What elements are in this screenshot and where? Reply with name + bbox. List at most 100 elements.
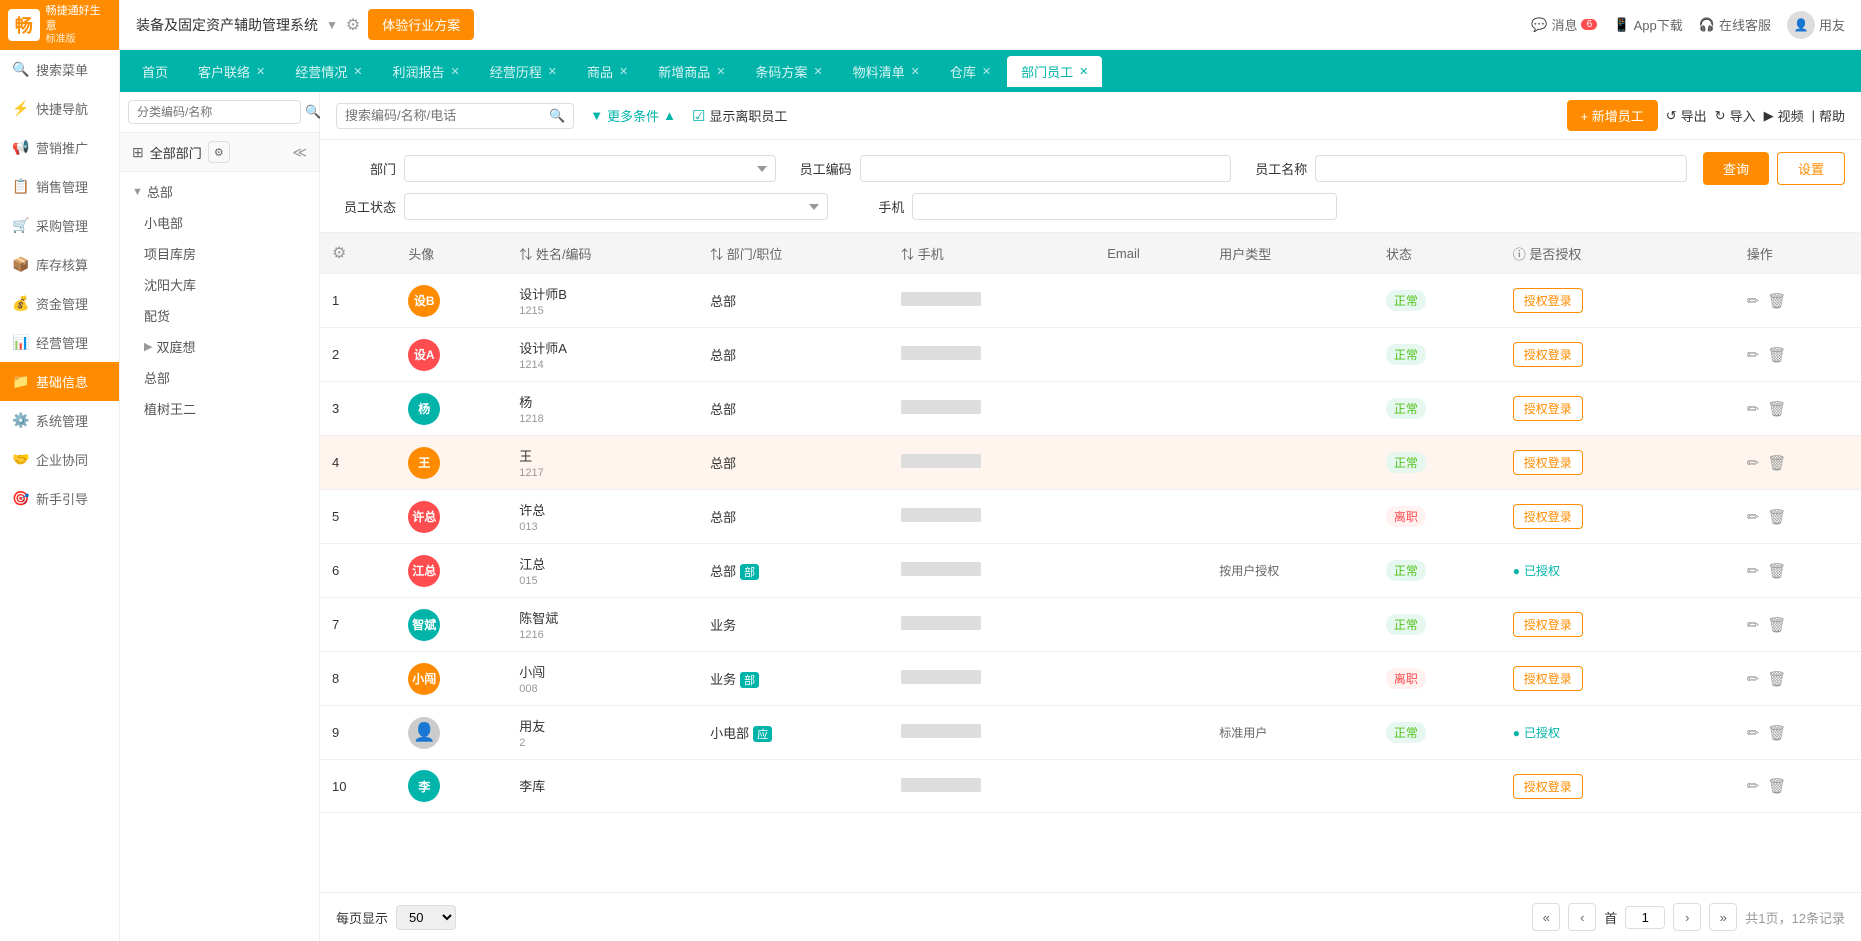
auth-login-button[interactable]: 授权登录 [1513, 342, 1583, 367]
auth-login-button[interactable]: 授权登录 [1513, 774, 1583, 799]
delete-icon[interactable]: 🗑 [1767, 454, 1786, 472]
tab-close-icon[interactable]: ✕ [619, 65, 628, 78]
dept-settings-icon[interactable]: ⚙ [208, 141, 230, 163]
dept-search-input[interactable] [128, 100, 301, 124]
dept-collapse-icon[interactable]: ≪ [292, 144, 307, 161]
dept-filter-select[interactable] [404, 155, 776, 182]
delete-icon[interactable]: 🗑 [1767, 616, 1786, 634]
dept-tree-item-xiaodian[interactable]: 小电部 [120, 207, 319, 238]
name-filter-input[interactable] [1315, 155, 1687, 182]
more-conditions-button[interactable]: ▼ 更多条件 ▲ [590, 106, 676, 125]
auth-login-button[interactable]: 授权登录 [1513, 396, 1583, 421]
edit-icon[interactable]: ✏ [1747, 400, 1760, 418]
export-button[interactable]: ↺ 导出 [1666, 106, 1707, 125]
row-auth[interactable]: 授权登录 [1501, 328, 1687, 382]
auth-login-button[interactable]: 授权登录 [1513, 450, 1583, 475]
first-page-button[interactable]: « [1532, 903, 1560, 931]
edit-icon[interactable]: ✏ [1747, 292, 1760, 310]
delete-icon[interactable]: 🗑 [1767, 346, 1786, 364]
user-menu[interactable]: 👤 用友 [1787, 11, 1845, 39]
tab-close-icon[interactable]: ✕ [911, 65, 920, 78]
show-inactive-checkbox[interactable]: ☑ 显示离职员工 [692, 106, 787, 125]
sidebar-item-inventory[interactable]: 📦库存核算 [0, 245, 119, 284]
tab-close-icon[interactable]: ✕ [256, 65, 265, 78]
app-download-button[interactable]: 📱 App下载 [1613, 15, 1682, 34]
auth-login-button[interactable]: 授权登录 [1513, 612, 1583, 637]
edit-icon[interactable]: ✏ [1747, 670, 1760, 688]
gear-icon[interactable]: ⚙ [332, 245, 346, 262]
delete-icon[interactable]: 🗑 [1767, 562, 1786, 580]
tab-close-icon[interactable]: ✕ [451, 65, 460, 78]
tab-staff[interactable]: 部门员工✕ [1007, 56, 1102, 87]
tab-business[interactable]: 经营情况✕ [281, 56, 376, 87]
next-page-button[interactable]: › [1673, 903, 1701, 931]
sidebar-item-purchase[interactable]: 🛒采购管理 [0, 206, 119, 245]
query-button[interactable]: 查询 [1703, 152, 1769, 185]
delete-icon[interactable]: 🗑 [1767, 724, 1786, 742]
sidebar-item-guide[interactable]: 🎯新手引导 [0, 479, 119, 518]
sidebar-item-quicknav[interactable]: ⚡快捷导航 [0, 89, 119, 128]
dept-tree-item-root[interactable]: ▼ 总部 [120, 176, 319, 207]
sidebar-item-search[interactable]: 🔍搜索菜单 [0, 50, 119, 89]
page-number-input[interactable] [1625, 906, 1665, 929]
tab-close-icon[interactable]: ✕ [353, 65, 362, 78]
delete-icon[interactable]: 🗑 [1767, 508, 1786, 526]
row-auth[interactable]: 授权登录 [1501, 652, 1687, 706]
tab-new-goods[interactable]: 新增商品✕ [644, 56, 739, 87]
auth-login-button[interactable]: 授权登录 [1513, 288, 1583, 313]
delete-icon[interactable]: 🗑 [1767, 292, 1786, 310]
set-button[interactable]: 设置 [1777, 152, 1845, 185]
phone-filter-input[interactable] [912, 193, 1336, 220]
auth-login-button[interactable]: 授权登录 [1513, 666, 1583, 691]
sidebar-item-finance[interactable]: 💰资金管理 [0, 284, 119, 323]
delete-icon[interactable]: 🗑 [1767, 777, 1786, 795]
row-auth[interactable]: 授权登录 [1501, 760, 1687, 813]
tab-customer[interactable]: 客户联络✕ [184, 56, 279, 87]
sidebar-item-collab[interactable]: 🤝企业协同 [0, 440, 119, 479]
import-button[interactable]: ↻ 导入 [1715, 106, 1756, 125]
online-service-button[interactable]: 🎧 在线客服 [1699, 15, 1771, 34]
tab-close-icon[interactable]: ✕ [982, 65, 991, 78]
dept-tree-item-project[interactable]: 项目库房 [120, 238, 319, 269]
tab-history[interactable]: 经营历程✕ [476, 56, 571, 87]
delete-icon[interactable]: 🗑 [1767, 400, 1786, 418]
settings-icon[interactable]: ⚙ [346, 15, 360, 35]
edit-icon[interactable]: ✏ [1747, 346, 1760, 364]
delete-icon[interactable]: 🗑 [1767, 670, 1786, 688]
last-page-button[interactable]: » [1709, 903, 1737, 931]
edit-icon[interactable]: ✏ [1747, 724, 1760, 742]
status-filter-select[interactable] [404, 193, 828, 220]
edit-icon[interactable]: ✏ [1747, 562, 1760, 580]
dept-tree-item-zhishu[interactable]: 植树王二 [120, 393, 319, 424]
auth-login-button[interactable]: 授权登录 [1513, 504, 1583, 529]
tab-close-icon[interactable]: ✕ [548, 65, 557, 78]
row-auth[interactable]: 授权登录 [1501, 490, 1687, 544]
dept-tree-item-peihuo[interactable]: 配货 [120, 300, 319, 331]
tab-close-icon[interactable]: ✕ [813, 65, 822, 78]
sidebar-item-operations[interactable]: 📊经营管理 [0, 323, 119, 362]
sidebar-item-marketing[interactable]: 📢营销推广 [0, 128, 119, 167]
page-size-select[interactable]: 50 10 20 100 [396, 905, 456, 930]
tab-profit[interactable]: 利润报告✕ [378, 56, 473, 87]
code-filter-input[interactable] [860, 155, 1232, 182]
row-auth[interactable]: 授权登录 [1501, 436, 1687, 490]
tab-home[interactable]: 首页 [128, 56, 182, 87]
add-employee-button[interactable]: + 新增员工 [1567, 100, 1658, 131]
help-button[interactable]: | 帮助 [1812, 106, 1845, 125]
tab-bom[interactable]: 物料清单✕ [839, 56, 934, 87]
row-auth[interactable]: 授权登录 [1501, 598, 1687, 652]
sidebar-item-sales[interactable]: 📋销售管理 [0, 167, 119, 206]
sidebar-item-basic[interactable]: 📁基础信息 [0, 362, 119, 401]
tab-barcode[interactable]: 条码方案✕ [741, 56, 836, 87]
edit-icon[interactable]: ✏ [1747, 508, 1760, 526]
sidebar-item-system[interactable]: ⚙️系统管理 [0, 401, 119, 440]
dept-tree-item-shuangting[interactable]: ▶ 双庭想 [120, 331, 319, 362]
tab-warehouse[interactable]: 仓库✕ [936, 56, 1005, 87]
edit-icon[interactable]: ✏ [1747, 616, 1760, 634]
view-button[interactable]: ▶ 视频 [1764, 106, 1804, 125]
edit-icon[interactable]: ✏ [1747, 454, 1760, 472]
row-auth[interactable]: 授权登录 [1501, 274, 1687, 328]
message-button[interactable]: 💬 消息 6 [1531, 15, 1597, 34]
dept-tree-item-zongbu[interactable]: 总部 [120, 362, 319, 393]
prev-page-button[interactable]: ‹ [1568, 903, 1596, 931]
